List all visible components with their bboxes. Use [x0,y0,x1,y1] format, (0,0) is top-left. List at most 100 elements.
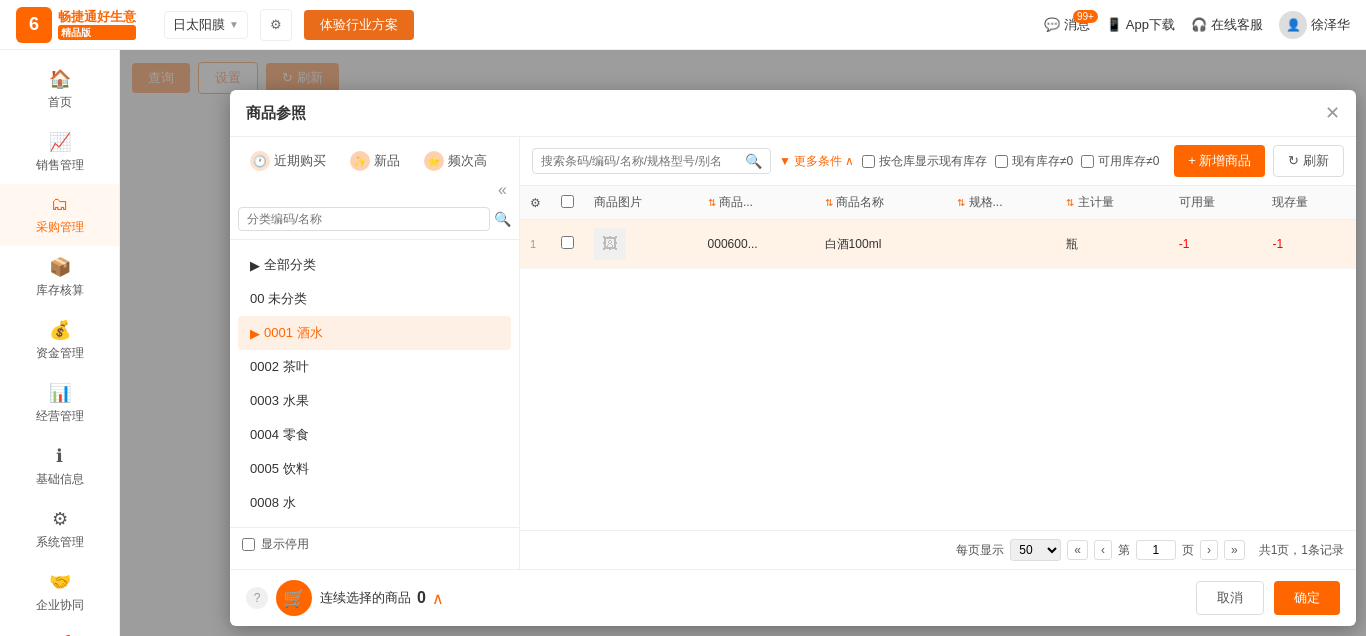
sidebar: 🏠 首页 📈 销售管理 🗂 采购管理 📦 库存核算 💰 资金管理 📊 经营管理 … [0,50,120,636]
filter-more-button[interactable]: ▼ 更多条件 ∧ [779,153,854,170]
modal-close-button[interactable]: ✕ [1325,102,1340,124]
messages-button[interactable]: 💬 消息 99+ [1044,16,1090,34]
image-placeholder-icon: 🖼 [602,235,618,253]
sidebar-item-inventory[interactable]: 📦 库存核算 [0,246,119,309]
tab-recent-purchase[interactable]: 🕐 近期购买 [238,145,338,177]
category-0003[interactable]: 0003 水果 [238,384,511,418]
product-search-icon[interactable]: 🔍 [745,153,762,169]
category-0010[interactable]: 0010 家电 [238,520,511,527]
new-icon: ✨ [350,151,370,171]
category-search-icon[interactable]: 🔍 [494,211,511,227]
table-settings-icon[interactable]: ⚙ [530,196,541,210]
col-image-label: 商品图片 [594,195,642,209]
product-search-box[interactable]: 🔍 [532,148,771,174]
confirm-button[interactable]: 确定 [1274,581,1340,615]
all-category-label: 全部分类 [264,256,316,274]
checkbox-warehouse-input[interactable] [862,155,875,168]
collapse-button[interactable]: « [494,177,511,203]
trial-button[interactable]: 体验行业方案 [304,10,414,40]
tab-frequent[interactable]: ⭐ 频次高 [412,145,499,177]
col-settings[interactable]: ⚙ [520,186,551,220]
row-checkbox-cell [551,220,584,269]
sidebar-item-enterprise[interactable]: 🤝 企业协同 [0,561,119,624]
add-product-button[interactable]: + 新增商品 [1174,145,1265,177]
table-row[interactable]: 1 🖼 000600... 白酒100ml [520,220,1356,269]
right-panel: 🔍 ▼ 更多条件 ∧ 按仓库显示现有库存 [520,137,1356,569]
sidebar-item-basic-info[interactable]: ℹ 基础信息 [0,435,119,498]
app-download-button[interactable]: 📱 App下载 [1106,16,1175,34]
sidebar-label-home: 首页 [48,94,72,111]
category-search-input[interactable] [238,207,490,231]
show-disabled-checkbox[interactable] [242,538,255,551]
cat-00-label: 00 未分类 [250,290,307,308]
checkbox-warehouse[interactable]: 按仓库显示现有库存 [862,153,987,170]
filter-up-icon: ∧ [845,154,854,168]
help-button[interactable]: ? [246,587,268,609]
cat-0003-label: 0003 水果 [250,392,309,410]
user-menu[interactable]: 👤 徐泽华 [1279,11,1350,39]
nav-dropdown[interactable]: 日太阳膜 ▼ [164,11,248,39]
page-size-label: 每页显示 [956,542,1004,559]
category-0008[interactable]: 0008 水 [238,486,511,520]
category-all[interactable]: ▶ 全部分类 [238,248,511,282]
gear-icon: ⚙ [270,17,282,32]
sidebar-item-system[interactable]: ⚙ 系统管理 [0,498,119,561]
sidebar-item-guide[interactable]: 🚀 新手引导 [0,624,119,636]
system-icon: ⚙ [52,508,68,530]
modal-body: 🕐 近期购买 ✨ 新品 ⭐ 频次高 « [230,137,1356,569]
page-size-select[interactable]: 50 10 20 100 [1010,539,1061,561]
main-layout: 🏠 首页 📈 销售管理 🗂 采购管理 📦 库存核算 💰 资金管理 📊 经营管理 … [0,50,1366,636]
product-search-input[interactable] [541,154,741,168]
refresh-button[interactable]: ↻ 刷新 [1273,145,1344,177]
sidebar-label-inventory: 库存核算 [36,282,84,299]
sidebar-item-sales[interactable]: 📈 销售管理 [0,121,119,184]
cat-0001-arrow-icon: ▶ [250,326,260,341]
row-name: 白酒100ml [815,220,948,269]
sidebar-item-purchase[interactable]: 🗂 采购管理 [0,184,119,246]
all-category-arrow-icon: ▶ [250,258,260,273]
sidebar-item-operations[interactable]: 📊 经营管理 [0,372,119,435]
sidebar-label-finance: 资金管理 [36,345,84,362]
product-reference-modal: 商品参照 ✕ 🕐 近期购买 ✨ 新品 [230,90,1356,626]
last-page-button[interactable]: » [1224,540,1245,560]
sort-name-icon[interactable]: ⇅ [825,197,833,208]
row-unit: 瓶 [1056,220,1169,269]
sort-code-icon[interactable]: ⇅ [708,197,716,208]
row-checkbox[interactable] [561,236,574,249]
sidebar-item-home[interactable]: 🏠 首页 [0,58,119,121]
cancel-button[interactable]: 取消 [1196,581,1264,615]
select-all-checkbox[interactable] [561,195,574,208]
category-0005[interactable]: 0005 饮料 [238,452,511,486]
purchase-icon: 🗂 [51,194,69,215]
messages-badge: 99+ [1073,10,1098,23]
sort-unit-icon[interactable]: ⇅ [1066,197,1074,208]
basic-info-icon: ℹ [56,445,63,467]
col-unit: ⇅ 主计量 [1056,186,1169,220]
checkbox-stock-input[interactable] [995,155,1008,168]
checkbox-available-nonzero[interactable]: 可用库存≠0 [1081,153,1159,170]
app-download-label: App下载 [1126,16,1175,34]
checkbox-available-label: 可用库存≠0 [1098,153,1159,170]
sort-spec-icon[interactable]: ⇅ [957,197,965,208]
tab-new-products[interactable]: ✨ 新品 [338,145,412,177]
next-page-button[interactable]: › [1200,540,1218,560]
category-0002[interactable]: 0002 茶叶 [238,350,511,384]
checkbox-stock-nonzero[interactable]: 现有库存≠0 [995,153,1073,170]
category-0004[interactable]: 0004 零食 [238,418,511,452]
gear-button[interactable]: ⚙ [260,9,292,41]
footer-right: 取消 确定 [1196,581,1340,615]
checkbox-available-input[interactable] [1081,155,1094,168]
prev-page-button[interactable]: ‹ [1094,540,1112,560]
first-page-button[interactable]: « [1067,540,1088,560]
logo-area: 6 畅捷通好生意 精品版 [16,7,136,43]
sidebar-label-purchase: 采购管理 [36,219,84,236]
category-0001[interactable]: ▶ 0001 酒水 [238,316,511,350]
checkbox-stock-label: 现有库存≠0 [1012,153,1073,170]
page-input[interactable] [1136,540,1176,560]
cart-button[interactable]: 🛒 [276,580,312,616]
category-00[interactable]: 00 未分类 [238,282,511,316]
customer-service-button[interactable]: 🎧 在线客服 [1191,16,1263,34]
collapse-selected-icon[interactable]: ∧ [432,589,444,608]
sidebar-item-finance[interactable]: 💰 资金管理 [0,309,119,372]
nav-right: 💬 消息 99+ 📱 App下载 🎧 在线客服 👤 徐泽华 [1044,11,1350,39]
